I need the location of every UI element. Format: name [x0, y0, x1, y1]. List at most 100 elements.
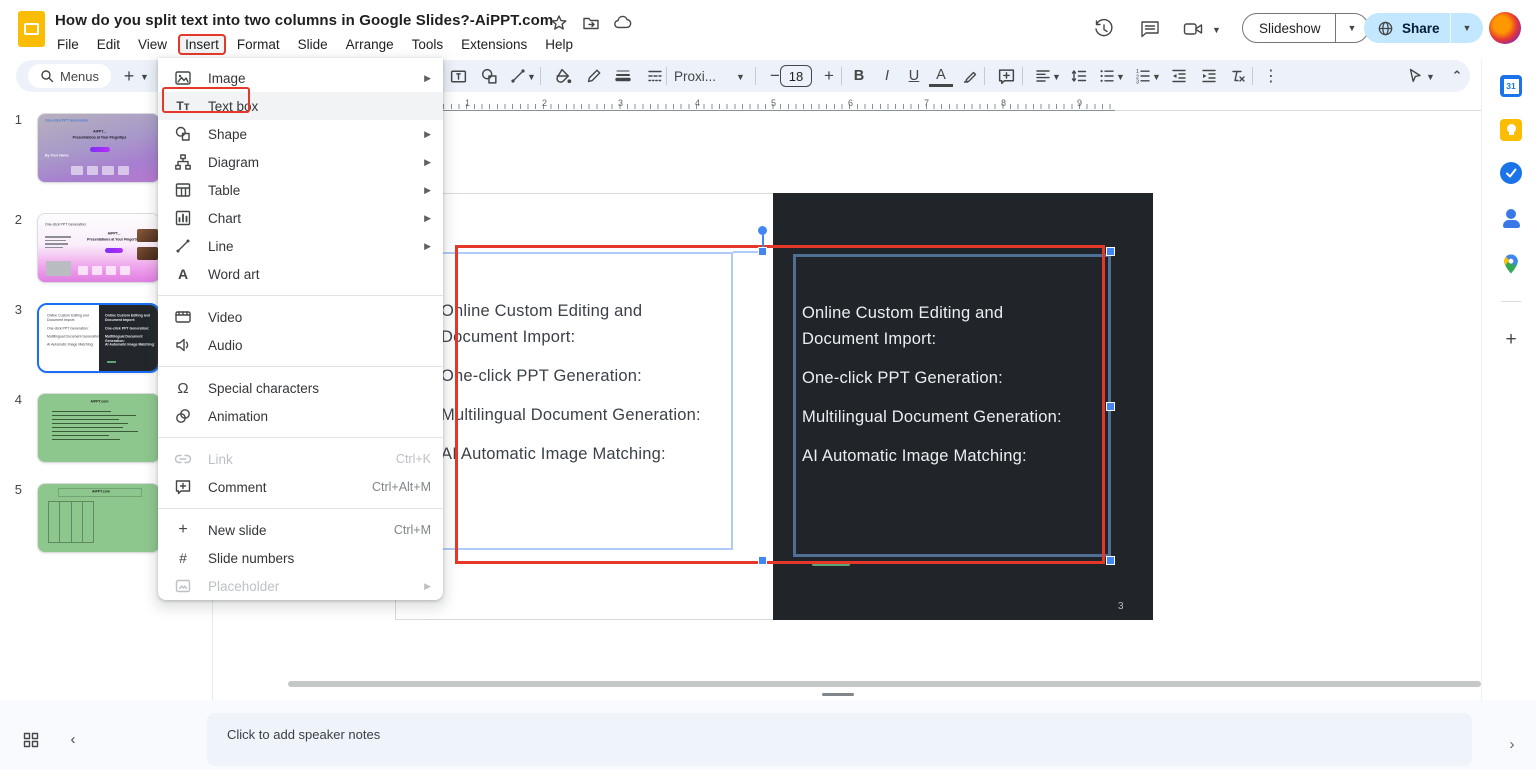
- slide-thumbnail-3-selected[interactable]: Online Custom Editing and Document Impor…: [37, 303, 160, 373]
- fill-color-button[interactable]: [549, 64, 575, 88]
- font-family-caret-icon[interactable]: ▼: [736, 72, 745, 82]
- collapse-filmstrip-chevron-icon[interactable]: ‹: [64, 729, 82, 749]
- menu-item-chart[interactable]: Chart ▶: [158, 204, 443, 232]
- insert-textbox-button[interactable]: [445, 64, 471, 88]
- menu-item-shape[interactable]: Shape ▶: [158, 120, 443, 148]
- horizontal-scrollbar[interactable]: [288, 681, 1481, 687]
- menu-item-word-art[interactable]: A Word art: [158, 260, 443, 288]
- avatar[interactable]: [1489, 12, 1521, 44]
- menus-label: Menus: [60, 68, 100, 84]
- menu-item-comment[interactable]: Comment Ctrl+Alt+M: [158, 473, 443, 501]
- font-size-input[interactable]: 18: [780, 65, 812, 87]
- share-dropdown-caret-icon[interactable]: ▼: [1451, 23, 1484, 33]
- menu-edit[interactable]: Edit: [95, 37, 122, 52]
- text-color-button[interactable]: A: [929, 66, 953, 87]
- selection-handle-bottom-right[interactable]: [1106, 556, 1115, 565]
- slide-thumbnail-2[interactable]: One-click PPT Generation: AiPPT... Prese…: [37, 213, 160, 283]
- google-calendar-icon[interactable]: 31: [1500, 75, 1522, 97]
- border-weight-button[interactable]: [610, 64, 636, 88]
- insert-shape-button[interactable]: [476, 64, 502, 88]
- menu-view[interactable]: View: [136, 37, 169, 52]
- document-title[interactable]: How do you split text into two columns i…: [55, 12, 553, 29]
- notes-resize-handle[interactable]: [822, 693, 854, 696]
- get-addons-plus-icon[interactable]: +: [1501, 329, 1521, 350]
- slide-thumbnail-4[interactable]: AiPPT.com: [37, 393, 160, 463]
- sidebar-item-divider: [1501, 301, 1521, 302]
- svg-text:3: 3: [1136, 80, 1139, 86]
- italic-button[interactable]: I: [875, 64, 899, 88]
- google-maps-icon[interactable]: [1500, 253, 1522, 275]
- rotation-handle[interactable]: [758, 226, 767, 235]
- select-tool-button[interactable]: [1402, 64, 1428, 88]
- menu-item-animation[interactable]: Animation: [158, 402, 443, 430]
- ruler-number: 9: [1077, 98, 1083, 108]
- underline-button[interactable]: U: [902, 64, 926, 88]
- selection-handle-top-right[interactable]: [1106, 247, 1115, 256]
- google-tasks-icon[interactable]: [1500, 162, 1522, 184]
- numbered-list-caret-icon[interactable]: ▼: [1152, 72, 1161, 82]
- share-button[interactable]: Share ▼: [1364, 13, 1484, 43]
- increase-font-size-button[interactable]: +: [816, 64, 842, 88]
- star-icon[interactable]: [549, 13, 569, 33]
- menu-item-slide-numbers[interactable]: # Slide numbers: [158, 544, 443, 572]
- highlight-color-button[interactable]: [957, 64, 983, 88]
- selection-handle-top-left[interactable]: [758, 247, 767, 256]
- menu-item-diagram[interactable]: Diagram ▶: [158, 148, 443, 176]
- slide-thumbnail-1[interactable]: One-click PPT Generation AiPPT... Presen…: [37, 113, 160, 183]
- omega-icon: Ω: [177, 379, 189, 397]
- menu-item-special-characters[interactable]: Ω Special characters: [158, 374, 443, 402]
- comments-icon[interactable]: [1138, 17, 1162, 41]
- menu-item-audio[interactable]: Audio: [158, 331, 443, 359]
- version-history-icon[interactable]: [1092, 17, 1116, 41]
- google-contacts-icon[interactable]: [1500, 207, 1522, 229]
- menu-item-line[interactable]: Line ▶: [158, 232, 443, 260]
- menu-item-new-slide[interactable]: + New slide Ctrl+M: [158, 516, 443, 544]
- decrease-indent-button[interactable]: [1166, 64, 1192, 88]
- select-tool-caret-icon[interactable]: ▼: [1426, 72, 1435, 82]
- menu-extensions[interactable]: Extensions: [459, 37, 529, 52]
- menu-tools[interactable]: Tools: [410, 37, 446, 52]
- menu-insert[interactable]: Insert: [178, 33, 226, 55]
- border-color-button[interactable]: [581, 64, 607, 88]
- selection-handle-bottom-left[interactable]: [758, 556, 767, 565]
- font-family-select[interactable]: Proxi...: [674, 64, 732, 88]
- meet-dropdown-caret-icon[interactable]: ▼: [1212, 25, 1221, 35]
- menu-item-table[interactable]: Table ▶: [158, 176, 443, 204]
- expand-sidebar-chevron-icon[interactable]: ›: [1503, 734, 1521, 754]
- thumb1-title: One-click PPT Generation: [45, 119, 88, 123]
- zoom-caret-icon[interactable]: ▼: [140, 72, 149, 82]
- menus-search-button[interactable]: Menus: [28, 64, 112, 88]
- border-dash-button[interactable]: [642, 64, 668, 88]
- line-caret-icon[interactable]: ▼: [527, 72, 536, 82]
- slideshow-button[interactable]: Slideshow ▼: [1242, 13, 1370, 43]
- thumb1-center-sub: Presentations at Your Fingertips: [72, 136, 127, 140]
- more-options-button[interactable]: ⋮: [1258, 64, 1284, 88]
- grid-view-icon[interactable]: [22, 731, 40, 749]
- menu-slide[interactable]: Slide: [296, 37, 330, 52]
- zoom-plus-button[interactable]: +: [116, 64, 142, 88]
- menu-item-video[interactable]: Video: [158, 303, 443, 331]
- menu-arrange[interactable]: Arrange: [344, 37, 396, 52]
- bulleted-list-caret-icon[interactable]: ▼: [1116, 72, 1125, 82]
- menu-item-label: Video: [208, 309, 243, 325]
- meet-camera-icon[interactable]: [1182, 17, 1206, 41]
- selection-handle-mid-right[interactable]: [1106, 402, 1115, 411]
- menu-format[interactable]: Format: [235, 37, 282, 52]
- menu-file[interactable]: File: [55, 37, 81, 52]
- toolbar-divider: [1252, 67, 1253, 85]
- insert-comment-button[interactable]: [993, 64, 1019, 88]
- menu-help[interactable]: Help: [543, 37, 575, 52]
- thumb1-center-title: AiPPT...: [93, 130, 106, 134]
- clear-formatting-button[interactable]: [1224, 64, 1250, 88]
- line-spacing-button[interactable]: [1066, 64, 1092, 88]
- align-caret-icon[interactable]: ▼: [1052, 72, 1061, 82]
- document-status-cloud-icon[interactable]: [613, 13, 633, 33]
- bold-button[interactable]: B: [847, 64, 871, 88]
- slides-logo-icon[interactable]: [18, 11, 45, 47]
- speaker-notes-box[interactable]: Click to add speaker notes: [207, 713, 1472, 766]
- collapse-toolbar-button[interactable]: ⌃: [1444, 64, 1470, 88]
- increase-indent-button[interactable]: [1196, 64, 1222, 88]
- move-to-folder-icon[interactable]: [581, 13, 601, 33]
- google-keep-icon[interactable]: [1500, 119, 1522, 141]
- slide-thumbnail-5[interactable]: AiPPT.com: [37, 483, 160, 553]
